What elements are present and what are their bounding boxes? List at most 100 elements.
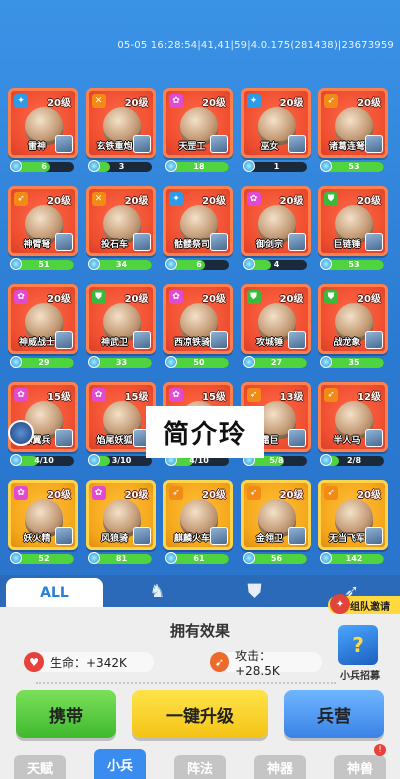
unit-progress-bar: 81 [91, 554, 152, 564]
recruit-label: 小兵招募 [340, 671, 380, 682]
unit-tile: ✿ 20级 风狼骑 [85, 480, 156, 550]
unit-card[interactable]: ✿ 20级 天罡工 18 [163, 88, 233, 180]
unit-card[interactable]: ✕ 20级 玄铁重炮 3 [85, 88, 156, 180]
gem-icon [87, 258, 100, 270]
unit-card[interactable]: ➶ 20级 诸葛连弩 53 [318, 88, 388, 180]
recruit-chest-button[interactable]: ? [338, 625, 378, 665]
unit-card[interactable]: ➶ 20级 麒麟火车 61 [163, 480, 233, 572]
unit-card[interactable]: ⛊ 20级 巨链锤 53 [318, 186, 388, 278]
unit-count: 4 [273, 260, 280, 269]
unit-progress-bar: 35 [324, 358, 384, 368]
unit-card[interactable]: ➶ 20级 无当飞军 142 [318, 480, 388, 572]
unit-tile: ⛊ 20级 神武卫 [85, 284, 156, 354]
unit-avatar-mini [132, 527, 151, 545]
unit-card[interactable]: ✿ 20级 御剑宗 4 [240, 186, 311, 278]
unit-progress-bar: 6 [169, 260, 229, 270]
gem-icon [165, 356, 177, 368]
unit-level: 15级 [124, 392, 149, 403]
gem-icon [242, 552, 255, 564]
unit-avatar-mini [365, 135, 383, 153]
unit-card[interactable]: ✦ 20级 巫女 1 [240, 88, 311, 180]
unit-level: 20级 [357, 196, 381, 207]
notification-badge: ! [374, 744, 386, 756]
filter-defense[interactable]: ⛊ [206, 575, 303, 607]
tab-formation[interactable]: 阵法 [174, 755, 226, 779]
bow-icon: ➶ [246, 486, 261, 500]
unit-level: 20级 [279, 98, 304, 109]
unit-card[interactable]: ✿ 20级 西凉铁骑 50 [163, 284, 233, 376]
filter-all[interactable]: ALL [6, 578, 103, 607]
carry-button[interactable]: 携带 [16, 690, 116, 738]
unit-card[interactable]: ⛊ 20级 神武卫 33 [85, 284, 156, 376]
hp-stat: ♥ 生命：+342K [24, 652, 154, 672]
tab-beast[interactable]: 神兽 [334, 755, 386, 779]
magic-icon: ✿ [14, 290, 28, 304]
shield-icon: ⛊ [324, 192, 338, 206]
top-bar: 05-05 16:28:54|41,41|59|4.0.175(281438)|… [0, 0, 400, 86]
unit-card[interactable]: ✿ 20级 风狼骑 81 [85, 480, 156, 572]
catapult-icon: ✕ [91, 192, 106, 206]
gem-icon [10, 160, 22, 172]
unit-progress-bar: 4/10 [14, 456, 74, 466]
upgrade-all-button[interactable]: 一键升级 [132, 690, 268, 738]
unit-progress-bar: 3/10 [91, 456, 152, 466]
tab-artifact[interactable]: 神器 [254, 755, 306, 779]
unit-tile: ⛊ 20级 攻城锤 [240, 284, 311, 354]
unit-card[interactable]: ✕ 20级 投石车 34 [85, 186, 156, 278]
unit-tile: ✿ 20级 妖火精 [8, 480, 78, 550]
unit-tile: ✿ 20级 御剑宗 [240, 186, 311, 256]
unit-avatar-mini [287, 527, 306, 545]
unit-tile: ✿ 20级 天罡工 [163, 88, 233, 158]
unit-count: 3/10 [111, 456, 132, 465]
lightning-icon: ✦ [246, 94, 261, 108]
unit-count: 56 [270, 554, 283, 563]
cannon-icon: ✕ [91, 94, 106, 108]
unit-level: 20级 [279, 294, 304, 305]
unit-card[interactable]: ✦ 20级 雷神 6 [8, 88, 78, 180]
player-avatar[interactable] [8, 420, 34, 446]
tab-soldiers[interactable]: 小兵 [94, 749, 146, 779]
unit-card[interactable]: ➶ 20级 神臂弩 51 [8, 186, 78, 278]
unit-progress-bar: 27 [246, 358, 307, 368]
unit-card[interactable]: ⛊ 20级 攻城锤 27 [240, 284, 311, 376]
unit-card[interactable]: ➶ 12级 半人马 2/8 [318, 382, 388, 474]
unit-count: 29 [38, 358, 50, 367]
barracks-button[interactable]: 兵营 [284, 690, 384, 738]
magic-icon: ✿ [169, 290, 183, 304]
unit-count: 50 [193, 358, 205, 367]
unit-level: 20级 [279, 490, 304, 501]
unit-card[interactable]: ✦ 20级 骷髅祭司 6 [163, 186, 233, 278]
heart-icon: ♥ [24, 652, 44, 672]
filter-cavalry[interactable]: ♞ [109, 575, 206, 607]
gem-icon [320, 258, 332, 270]
unit-progress-bar: 51 [14, 260, 74, 270]
unit-level: 20级 [124, 490, 149, 501]
unit-card[interactable]: ✿ 20级 妖火精 52 [8, 480, 78, 572]
unit-card[interactable]: ✿ 15级 焰尾妖狐 3/10 [85, 382, 156, 474]
shield-icon: ⛊ [324, 290, 338, 304]
unit-card[interactable]: ⛊ 20级 战龙象 35 [318, 284, 388, 376]
unit-avatar-mini [210, 527, 228, 545]
gem-icon [87, 552, 100, 564]
gem-icon [10, 356, 22, 368]
unit-count: 6 [41, 162, 47, 171]
unit-level: 20级 [124, 98, 149, 109]
unit-level: 20级 [279, 196, 304, 207]
unit-tile: ✿ 20级 神威战士 [8, 284, 78, 354]
gem-icon [87, 356, 100, 368]
team-invite-button[interactable]: ✦ 组队邀请 [328, 594, 400, 614]
tab-talent[interactable]: 天赋 [14, 755, 66, 779]
unit-avatar-mini [132, 233, 151, 251]
unit-card[interactable]: ➶ 20级 金翎卫 56 [240, 480, 311, 572]
unit-count: 53 [348, 260, 360, 269]
unit-count: 3 [118, 162, 125, 171]
unit-count: 81 [115, 554, 128, 563]
gem-icon [165, 160, 177, 172]
unit-count: 4/10 [34, 456, 54, 465]
unit-count: 27 [270, 358, 283, 367]
bottom-tabs: 天赋 小兵 阵法 神器 神兽 [0, 748, 400, 779]
shield-icon: ⛊ [91, 290, 106, 304]
unit-count: 142 [345, 554, 363, 563]
unit-progress-bar: 50 [169, 358, 229, 368]
unit-card[interactable]: ✿ 20级 神威战士 29 [8, 284, 78, 376]
